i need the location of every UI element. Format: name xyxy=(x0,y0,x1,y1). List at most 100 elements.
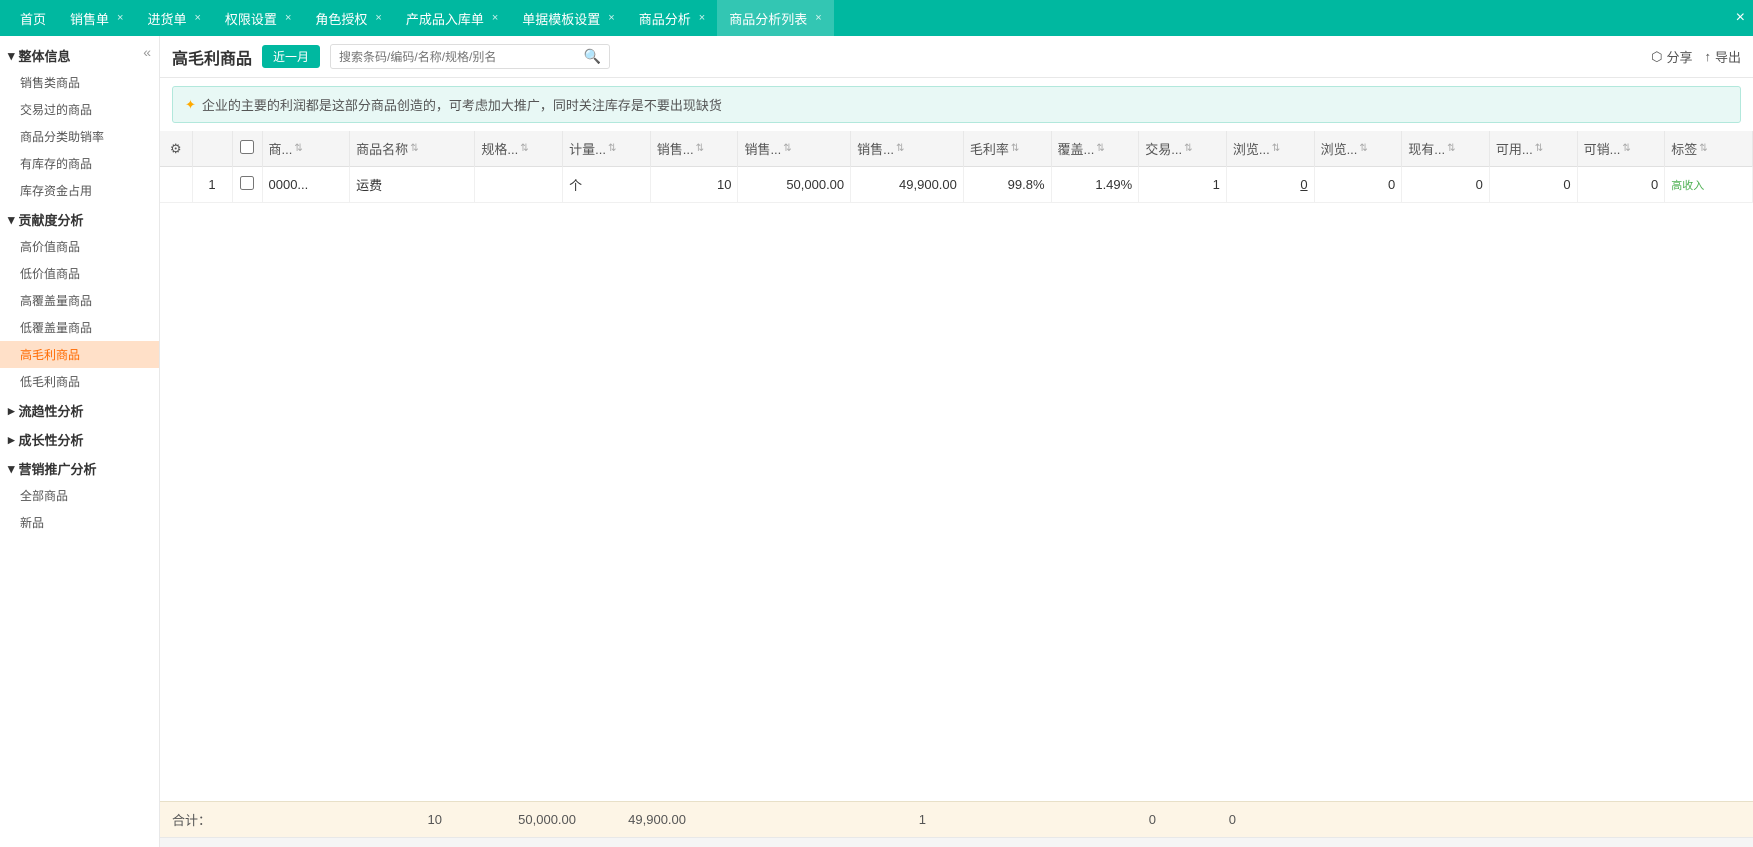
sidebar-group-growth[interactable]: ▸ 成长性分析 xyxy=(0,424,159,453)
td-index: 1 xyxy=(192,167,232,203)
sort-icon-unit: ⇅ xyxy=(608,143,616,154)
sidebar-item-high-value[interactable]: 高价值商品 xyxy=(0,233,159,260)
info-text: 企业的主要的利润都是这部分商品创造的，可考虑加大推广，同时关注库存是不要出现缺货 xyxy=(202,95,722,114)
search-input[interactable] xyxy=(339,50,580,64)
td-browse1[interactable]: 0 xyxy=(1226,167,1314,203)
td-current-stock: 0 xyxy=(1402,167,1490,203)
sidebar-item-all-goods[interactable]: 全部商品 xyxy=(0,482,159,509)
footer-cells: 10 50,000.00 49,900.00 1 0 0 xyxy=(372,812,1741,827)
sort-icon-current-stock: ⇅ xyxy=(1447,143,1455,154)
nav-product-warehousing[interactable]: 产成品入库单 × xyxy=(394,0,510,36)
sort-icon-tag: ⇅ xyxy=(1699,143,1707,154)
sidebar-group-contribution[interactable]: ▾ 贡献度分析 xyxy=(0,204,159,233)
header-actions: ⬡ 分享 ↑ 导出 xyxy=(1651,47,1741,66)
footer-sales-cost: 49,900.00 xyxy=(582,812,692,827)
nav-product-warehousing-close[interactable]: × xyxy=(492,12,498,24)
sort-icon-code: ⇅ xyxy=(294,143,302,154)
th-sellable[interactable]: 可销...⇅ xyxy=(1577,131,1665,167)
nav-purchase-order[interactable]: 进货单 × xyxy=(135,0,212,36)
footer-spacer2 xyxy=(932,812,1082,827)
horizontal-scrollbar[interactable] xyxy=(160,837,1753,847)
nav-product-analysis-close[interactable]: × xyxy=(699,12,705,24)
chevron-right-icon-2: ▸ xyxy=(8,432,15,448)
sidebar-item-low-margin[interactable]: 低毛利商品 xyxy=(0,368,159,395)
content-header: 高毛利商品 近一月 🔍 ⬡ 分享 ↑ 导出 xyxy=(160,36,1753,78)
nav-purchase-order-close[interactable]: × xyxy=(194,12,200,24)
info-banner: ✦ 企业的主要的利润都是这部分商品创造的，可考虑加大推广，同时关注库存是不要出现… xyxy=(172,86,1741,123)
close-all-tabs[interactable]: × xyxy=(1736,10,1745,26)
td-sales-cost: 49,900.00 xyxy=(851,167,964,203)
th-unit[interactable]: 计量...⇅ xyxy=(563,131,651,167)
th-checkbox[interactable] xyxy=(232,131,262,167)
search-box: 🔍 xyxy=(330,44,610,69)
nav-template-settings-close[interactable]: × xyxy=(608,12,614,24)
export-btn[interactable]: ↑ 导出 xyxy=(1704,47,1741,66)
td-unit: 个 xyxy=(563,167,651,203)
sidebar-item-sales-goods[interactable]: 销售类商品 xyxy=(0,69,159,96)
share-icon: ⬡ xyxy=(1651,49,1662,65)
table-header-row: ⚙ 商...⇅ 商品名称⇅ 规格...⇅ xyxy=(160,131,1753,167)
nav-product-analysis-list[interactable]: 商品分析列表 × xyxy=(717,0,833,36)
share-btn[interactable]: ⬡ 分享 xyxy=(1651,47,1692,66)
th-code[interactable]: 商...⇅ xyxy=(262,131,350,167)
row-checkbox[interactable] xyxy=(240,176,254,190)
sidebar-item-in-stock-goods[interactable]: 有库存的商品 xyxy=(0,150,159,177)
sort-icon-coverage: ⇅ xyxy=(1096,143,1104,154)
table-container[interactable]: ⚙ 商...⇅ 商品名称⇅ 规格...⇅ xyxy=(160,131,1753,801)
th-tag[interactable]: 标签⇅ xyxy=(1665,131,1753,167)
sidebar-item-low-coverage[interactable]: 低覆盖量商品 xyxy=(0,314,159,341)
nav-role-auth-close[interactable]: × xyxy=(375,12,381,24)
sort-icon-browse1: ⇅ xyxy=(1272,143,1280,154)
content-area: 高毛利商品 近一月 🔍 ⬡ 分享 ↑ 导出 ✦ 企业的主要的利润都是这部分商品创… xyxy=(160,36,1753,847)
th-spec[interactable]: 规格...⇅ xyxy=(475,131,563,167)
th-current-stock[interactable]: 现有...⇅ xyxy=(1402,131,1490,167)
nav-product-analysis-list-close[interactable]: × xyxy=(815,12,821,24)
nav-permission-settings-close[interactable]: × xyxy=(285,12,291,24)
nav-sales-order-close[interactable]: × xyxy=(117,12,123,24)
th-transaction[interactable]: 交易...⇅ xyxy=(1139,131,1227,167)
nav-permission-settings[interactable]: 权限设置 × xyxy=(213,0,303,36)
footer-bar: 合计： 10 50,000.00 49,900.00 1 0 0 xyxy=(160,801,1753,837)
td-sellable: 0 xyxy=(1577,167,1665,203)
th-sales-qty[interactable]: 销售...⇅ xyxy=(650,131,738,167)
th-sales-cost[interactable]: 销售...⇅ xyxy=(851,131,964,167)
th-name[interactable]: 商品名称⇅ xyxy=(350,131,475,167)
sidebar-group-trend[interactable]: ▸ 流趋性分析 xyxy=(0,395,159,424)
th-browse2[interactable]: 浏览...⇅ xyxy=(1314,131,1402,167)
sidebar-group-overall[interactable]: ▾ 整体信息 xyxy=(0,40,159,69)
sort-icon-sales-amount: ⇅ xyxy=(783,143,791,154)
export-icon: ↑ xyxy=(1704,49,1711,64)
sort-icon-spec: ⇅ xyxy=(520,143,528,154)
period-btn[interactable]: 近一月 xyxy=(262,45,320,68)
td-sales-amount: 50,000.00 xyxy=(738,167,851,203)
sidebar-item-low-value[interactable]: 低价值商品 xyxy=(0,260,159,287)
sidebar-item-high-coverage[interactable]: 高覆盖量商品 xyxy=(0,287,159,314)
sidebar-collapse-btn[interactable]: « xyxy=(143,44,151,60)
sidebar-item-traded-goods[interactable]: 交易过的商品 xyxy=(0,96,159,123)
td-available: 0 xyxy=(1489,167,1577,203)
nav-sales-order[interactable]: 销售单 × xyxy=(58,0,135,36)
th-available[interactable]: 可用...⇅ xyxy=(1489,131,1577,167)
search-icon[interactable]: 🔍 xyxy=(584,48,601,65)
th-sales-amount[interactable]: 销售...⇅ xyxy=(738,131,851,167)
sidebar-item-category-sales-rate[interactable]: 商品分类助销率 xyxy=(0,123,159,150)
th-browse1[interactable]: 浏览...⇅ xyxy=(1226,131,1314,167)
sidebar-item-high-margin[interactable]: 高毛利商品 xyxy=(0,341,159,368)
footer-label: 合计： xyxy=(172,810,372,829)
th-gross-margin[interactable]: 毛利率⇅ xyxy=(963,131,1051,167)
td-checkbox[interactable] xyxy=(232,167,262,203)
nav-role-auth[interactable]: 角色授权 × xyxy=(303,0,393,36)
nav-template-settings[interactable]: 单据模板设置 × xyxy=(510,0,626,36)
th-settings[interactable]: ⚙ xyxy=(160,131,192,167)
sort-icon-name: ⇅ xyxy=(410,143,418,154)
nav-home[interactable]: 首页 xyxy=(8,0,58,36)
sidebar-item-stock-capital[interactable]: 库存资金占用 xyxy=(0,177,159,204)
sidebar-item-new-goods[interactable]: 新品 xyxy=(0,509,159,536)
page-title: 高毛利商品 xyxy=(172,45,252,69)
nav-product-analysis[interactable]: 商品分析 × xyxy=(627,0,717,36)
th-coverage[interactable]: 覆盖...⇅ xyxy=(1051,131,1139,167)
td-sales-qty: 10 xyxy=(650,167,738,203)
select-all-checkbox[interactable] xyxy=(240,140,254,154)
footer-current-stock: 0 xyxy=(1082,812,1162,827)
sidebar-group-marketing[interactable]: ▾ 营销推广分析 xyxy=(0,453,159,482)
